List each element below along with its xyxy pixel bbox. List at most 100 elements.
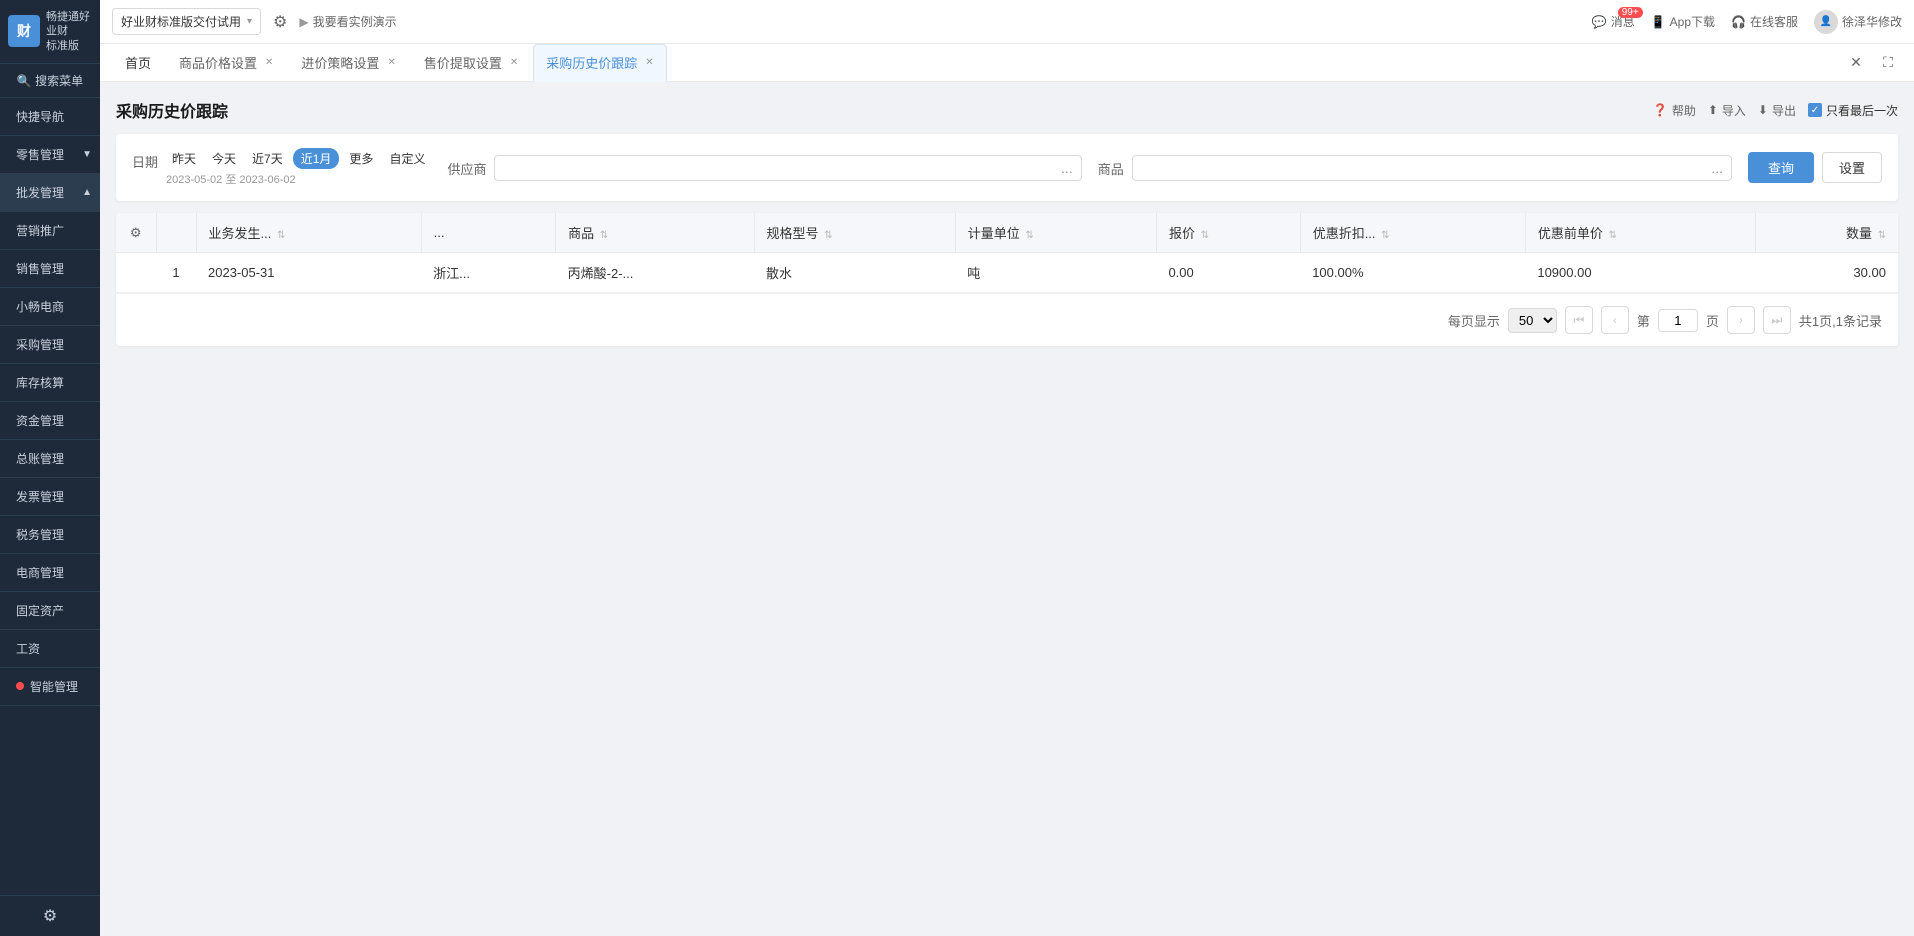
- close-icon[interactable]: ✕: [510, 57, 518, 68]
- tab-purchase-strategy[interactable]: 进价策略设置 ✕: [288, 44, 408, 82]
- sort-icon[interactable]: ⇅: [1878, 230, 1886, 241]
- tab-home-label: 首页: [125, 53, 151, 72]
- date-btn-7days[interactable]: 近7天: [246, 148, 289, 169]
- messages-button[interactable]: 💬 消息 99+: [1592, 13, 1635, 30]
- tabbar: 首页 商品价格设置 ✕ 进价策略设置 ✕ 售价提取设置 ✕ 采购历史价跟踪 ✕ …: [100, 44, 1914, 82]
- help-button[interactable]: ❓ 帮助: [1653, 102, 1696, 119]
- page-input[interactable]: [1658, 309, 1698, 332]
- per-page-label: 每页显示: [1448, 311, 1500, 330]
- tab-history-price-label: 采购历史价跟踪: [546, 53, 637, 72]
- topbar-settings-icon[interactable]: ⚙: [273, 12, 287, 32]
- sidebar-logo: 财 畅捷通好业财 标准版: [0, 0, 100, 64]
- product-filter: 商品 ...: [1098, 155, 1732, 181]
- per-page-select[interactable]: 50: [1508, 308, 1557, 333]
- supplier-more-icon[interactable]: ...: [1061, 160, 1073, 176]
- th-unit: 计量单位 ⇅: [955, 213, 1156, 253]
- date-btn-more[interactable]: 更多: [343, 148, 379, 169]
- checkbox-checked-icon: ✓: [1808, 103, 1822, 117]
- page-label: 第: [1637, 311, 1650, 330]
- th-discount: 优惠折扣... ⇅: [1300, 213, 1525, 253]
- tab-price-label: 商品价格设置: [179, 53, 257, 72]
- date-buttons: 昨天 今天 近7天 近1月 更多 自定义: [166, 148, 431, 169]
- sort-icon[interactable]: ⇅: [1201, 230, 1209, 241]
- sidebar-item-retail[interactable]: 零售管理 ▼: [0, 136, 100, 174]
- product-label: 商品: [1098, 155, 1124, 178]
- app-download-button[interactable]: 📱 App下载: [1651, 13, 1715, 30]
- filter-actions: 查询 设置: [1748, 152, 1882, 183]
- sort-icon[interactable]: ⇅: [600, 230, 608, 241]
- th-date: 业务发生... ⇅: [196, 213, 421, 253]
- prev-page-button[interactable]: ‹: [1601, 306, 1629, 334]
- version-selector-text: 好业财标准版交付试用: [121, 13, 241, 30]
- product-input[interactable]: [1141, 160, 1706, 175]
- tab-history-price[interactable]: 采购历史价跟踪 ✕: [533, 44, 666, 82]
- sort-icon[interactable]: ⇅: [277, 230, 285, 241]
- th-more: ...: [421, 213, 555, 253]
- chevron-up-icon: ▲: [82, 187, 92, 198]
- sidebar-item-inventory[interactable]: 库存核算: [0, 364, 100, 402]
- sidebar-item-fixed-assets[interactable]: 固定资产: [0, 592, 100, 630]
- sidebar-item-wholesale[interactable]: 批发管理 ▲: [0, 174, 100, 212]
- data-table: ⚙ 业务发生... ⇅ ... 商品 ⇅: [116, 213, 1898, 293]
- sidebar-item-invoice[interactable]: 发票管理: [0, 478, 100, 516]
- logo-icon: 财: [8, 15, 40, 47]
- import-button[interactable]: ⬆ 导入: [1708, 102, 1746, 119]
- settings-icon[interactable]: ⚙: [43, 906, 57, 926]
- sidebar-item-marketing[interactable]: 营销推广: [0, 212, 100, 250]
- user-menu[interactable]: 👤 徐泽华修改: [1814, 10, 1902, 34]
- export-button[interactable]: ⬇ 导出: [1758, 102, 1796, 119]
- close-icon[interactable]: ✕: [265, 57, 273, 68]
- only-last-checkbox[interactable]: ✓ 只看最后一次: [1808, 102, 1898, 119]
- close-icon[interactable]: ✕: [387, 57, 395, 68]
- search-icon: 🔍: [17, 74, 32, 88]
- table-container: ⚙ 业务发生... ⇅ ... 商品 ⇅: [116, 213, 1898, 346]
- date-btn-yesterday[interactable]: 昨天: [166, 148, 202, 169]
- online-service-button[interactable]: 🎧 在线客服: [1731, 13, 1798, 30]
- th-num: [156, 213, 196, 253]
- sort-icon[interactable]: ⇅: [1608, 230, 1616, 241]
- sidebar-item-salary[interactable]: 工资: [0, 630, 100, 668]
- tab-home[interactable]: 首页: [112, 44, 164, 82]
- product-more-icon[interactable]: ...: [1711, 160, 1723, 176]
- first-page-button[interactable]: ⏮: [1565, 306, 1593, 334]
- close-panel-button[interactable]: ✕: [1842, 49, 1870, 77]
- messages-badge: 99+: [1618, 7, 1643, 18]
- version-selector[interactable]: 好业财标准版交付试用 ▾: [112, 8, 261, 35]
- th-quote: 报价 ⇅: [1156, 213, 1300, 253]
- sidebar-bottom: ⚙: [0, 895, 100, 936]
- supplier-input[interactable]: [503, 160, 1055, 175]
- settings-filter-button[interactable]: 设置: [1822, 152, 1882, 183]
- sort-icon[interactable]: ⇅: [1381, 230, 1389, 241]
- date-btn-1month[interactable]: 近1月: [293, 148, 340, 169]
- sidebar-item-sales[interactable]: 销售管理: [0, 250, 100, 288]
- main-area: 好业财标准版交付试用 ▾ ⚙ ▶ 我要看实例演示 💬 消息 99+ 📱 App下…: [100, 0, 1914, 936]
- gear-icon[interactable]: ⚙: [130, 225, 142, 240]
- query-button[interactable]: 查询: [1748, 152, 1814, 183]
- message-icon: 💬: [1592, 15, 1607, 29]
- app-icon: 📱: [1651, 15, 1666, 29]
- sidebar-item-ecommerce[interactable]: 电商管理: [0, 554, 100, 592]
- demo-link[interactable]: ▶ 我要看实例演示: [299, 13, 396, 30]
- sidebar-item-tax[interactable]: 税务管理: [0, 516, 100, 554]
- sort-icon[interactable]: ⇅: [824, 230, 832, 241]
- tab-sale-price[interactable]: 售价提取设置 ✕: [411, 44, 531, 82]
- sidebar-item-search[interactable]: 🔍 搜索菜单: [0, 64, 100, 98]
- sidebar-item-smart[interactable]: 智能管理: [0, 668, 100, 706]
- date-btn-custom[interactable]: 自定义: [383, 148, 431, 169]
- th-quantity: 数量 ⇅: [1755, 213, 1898, 253]
- sidebar-item-quick-nav[interactable]: 快捷导航: [0, 98, 100, 136]
- sidebar-item-purchase[interactable]: 采购管理: [0, 326, 100, 364]
- sidebar-item-ledger[interactable]: 总账管理: [0, 440, 100, 478]
- close-icon[interactable]: ✕: [645, 57, 653, 68]
- date-btn-today[interactable]: 今天: [206, 148, 242, 169]
- expand-panel-button[interactable]: ⛶: [1874, 49, 1902, 77]
- sidebar-item-capital[interactable]: 资金管理: [0, 402, 100, 440]
- headphone-icon: 🎧: [1731, 15, 1746, 29]
- next-page-button[interactable]: ›: [1727, 306, 1755, 334]
- last-page-button[interactable]: ⏭: [1763, 306, 1791, 334]
- page-actions: ❓ 帮助 ⬆ 导入 ⬇ 导出 ✓ 只看最后一次: [1653, 102, 1898, 119]
- sidebar-item-ecommerce-small[interactable]: 小畅电商: [0, 288, 100, 326]
- sort-icon[interactable]: ⇅: [1025, 230, 1033, 241]
- tab-price[interactable]: 商品价格设置 ✕: [166, 44, 286, 82]
- chevron-down-icon: ▼: [82, 149, 92, 160]
